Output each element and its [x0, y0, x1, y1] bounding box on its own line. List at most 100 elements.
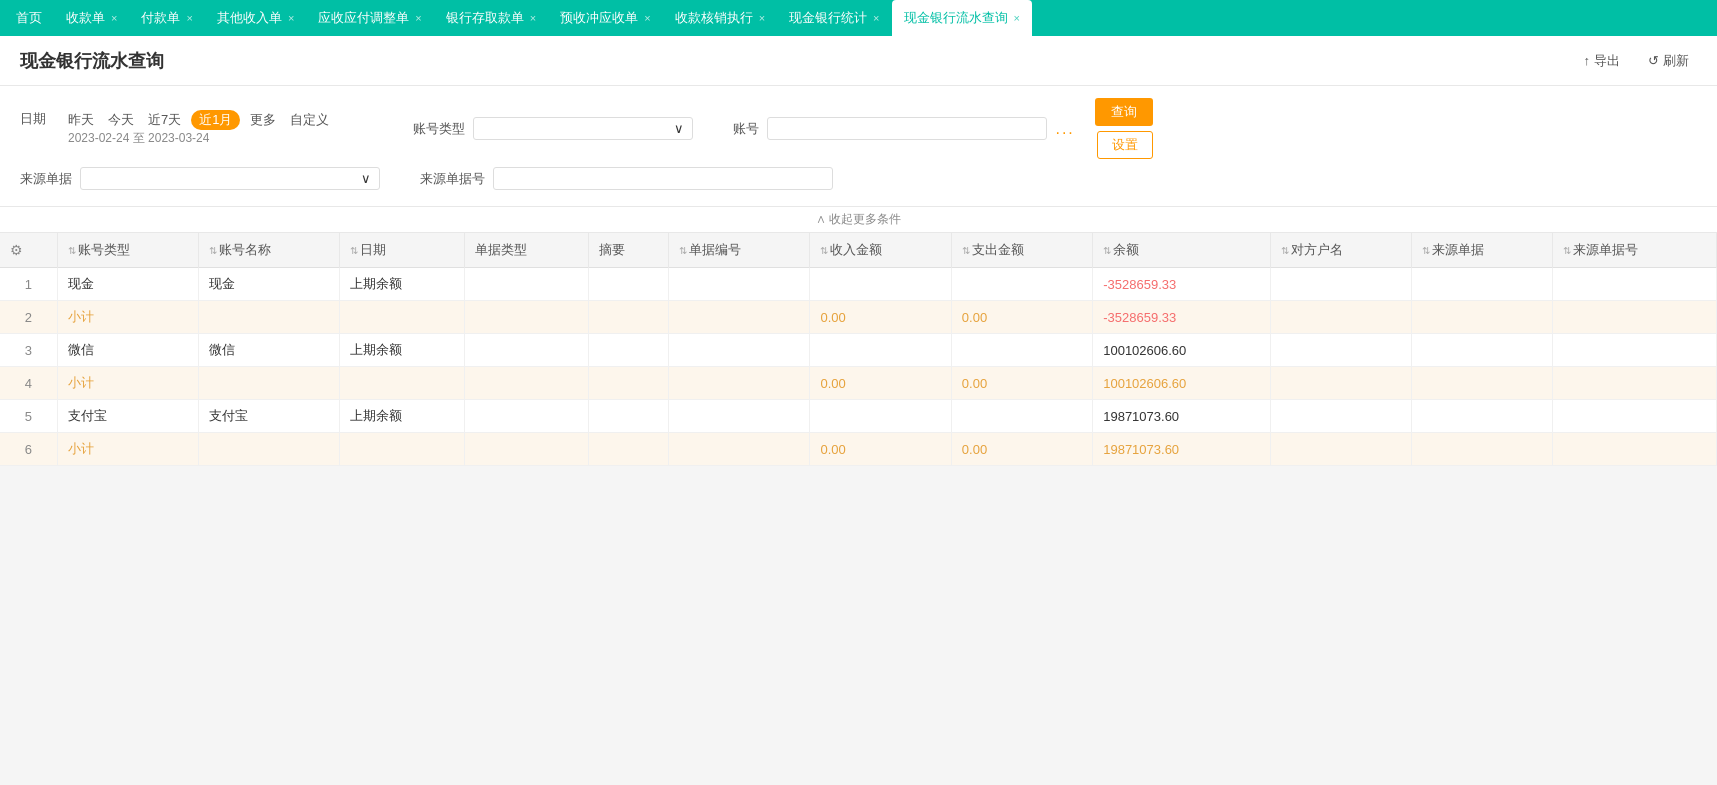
cell-summary	[589, 334, 669, 367]
nav-collection-exec[interactable]: 收款核销执行 ×	[663, 0, 777, 36]
col-counterparty[interactable]: ⇅对方户名	[1270, 233, 1411, 268]
col-income[interactable]: ⇅收入金额	[810, 233, 951, 268]
cell-expense: 0.00	[951, 367, 1092, 400]
nav-cash-bank-stats[interactable]: 现金银行统计 ×	[777, 0, 891, 36]
cell-counterparty	[1270, 400, 1411, 433]
cell-counterparty	[1270, 301, 1411, 334]
col-summary[interactable]: 摘要	[589, 233, 669, 268]
row-num: 6	[0, 433, 57, 466]
query-button[interactable]: 查询	[1095, 98, 1153, 126]
cell-income: 0.00	[810, 301, 951, 334]
close-icon[interactable]: ×	[530, 12, 536, 24]
source-doc-label: 来源单据	[20, 170, 72, 188]
close-icon[interactable]: ×	[415, 12, 421, 24]
close-icon[interactable]: ×	[288, 12, 294, 24]
cell-income: 0.00	[810, 367, 951, 400]
cell-doc-no	[669, 433, 810, 466]
date-options: 昨天 今天 近7天 近1月 更多 自定义	[64, 110, 333, 130]
row-num: 1	[0, 268, 57, 301]
cell-expense: 0.00	[951, 433, 1092, 466]
nav-other-income[interactable]: 其他收入单 ×	[205, 0, 306, 36]
nav-shoukuan[interactable]: 收款单 ×	[54, 0, 129, 36]
close-icon[interactable]: ×	[873, 12, 879, 24]
collapse-bar[interactable]: ∧ 收起更多条件	[0, 207, 1717, 233]
cell-source-doc	[1411, 433, 1552, 466]
source-doc-select[interactable]: ∨	[80, 167, 380, 190]
filter-row-date: 日期 昨天 今天 近7天 近1月 更多 自定义 2023-02-24 至 202…	[20, 98, 1697, 159]
col-doc-type[interactable]: 单据类型	[464, 233, 588, 268]
chevron-down-icon: ∨	[361, 171, 371, 186]
cell-income	[810, 334, 951, 367]
settings-button[interactable]: 设置	[1097, 131, 1153, 159]
close-icon[interactable]: ×	[1014, 12, 1020, 24]
cell-date: 上期余额	[340, 268, 464, 301]
cell-income	[810, 268, 951, 301]
col-account-name[interactable]: ⇅账号名称	[198, 233, 339, 268]
nav-fukuan[interactable]: 付款单 ×	[129, 0, 204, 36]
account-input[interactable]	[767, 117, 1047, 140]
nav-prepaid[interactable]: 预收冲应收单 ×	[548, 0, 662, 36]
col-source-doc[interactable]: ⇅来源单据	[1411, 233, 1552, 268]
date-opt-7days[interactable]: 近7天	[144, 110, 185, 130]
cell-doc-no	[669, 334, 810, 367]
col-expense[interactable]: ⇅支出金额	[951, 233, 1092, 268]
nav-adjustment[interactable]: 应收应付调整单 ×	[306, 0, 433, 36]
date-opt-more[interactable]: 更多	[246, 110, 280, 130]
header-actions: ↑ 导出 ↺ 刷新	[1576, 48, 1698, 74]
source-doc-no-label: 来源单据号	[420, 170, 485, 188]
account-type-select[interactable]: ∨	[473, 117, 693, 140]
nav-home[interactable]: 首页	[4, 0, 54, 36]
data-table: ⚙ ⇅账号类型 ⇅账号名称 ⇅日期 单据类型 摘要 ⇅单据编号 ⇅收入金额 ⇅支…	[0, 233, 1717, 466]
table-body: 1 现金 现金 上期余额 -3528659.33 2 小计 0.00 0.00 …	[0, 268, 1717, 466]
cell-doc-type	[464, 433, 588, 466]
cell-source-doc-no	[1553, 433, 1717, 466]
cell-balance: -3528659.33	[1093, 301, 1270, 334]
refresh-button[interactable]: ↺ 刷新	[1640, 48, 1697, 74]
gear-icon: ⚙	[10, 242, 23, 258]
cell-expense: 0.00	[951, 301, 1092, 334]
cell-source-doc-no	[1553, 400, 1717, 433]
cell-doc-no	[669, 268, 810, 301]
table-wrapper: ⚙ ⇅账号类型 ⇅账号名称 ⇅日期 单据类型 摘要 ⇅单据编号 ⇅收入金额 ⇅支…	[0, 233, 1717, 466]
account-dots-btn[interactable]: ...	[1055, 120, 1074, 138]
date-opt-1month[interactable]: 近1月	[191, 110, 240, 130]
close-icon[interactable]: ×	[111, 12, 117, 24]
cell-balance: 100102606.60	[1093, 334, 1270, 367]
close-icon[interactable]: ×	[644, 12, 650, 24]
refresh-icon: ↺	[1648, 53, 1659, 68]
cell-date: 上期余额	[340, 400, 464, 433]
cell-date: 上期余额	[340, 334, 464, 367]
table-row: 3 微信 微信 上期余额 100102606.60	[0, 334, 1717, 367]
filter-row-source: 来源单据 ∨ 来源单据号	[20, 167, 1697, 190]
col-gear[interactable]: ⚙	[0, 233, 57, 268]
cell-source-doc	[1411, 367, 1552, 400]
cell-source-doc-no	[1553, 367, 1717, 400]
cell-source-doc-no	[1553, 301, 1717, 334]
cell-account-type: 现金	[57, 268, 198, 301]
date-opt-yesterday[interactable]: 昨天	[64, 110, 98, 130]
date-opt-today[interactable]: 今天	[104, 110, 138, 130]
source-doc-no-input[interactable]	[493, 167, 833, 190]
cell-counterparty	[1270, 268, 1411, 301]
col-account-type[interactable]: ⇅账号类型	[57, 233, 198, 268]
close-icon[interactable]: ×	[186, 12, 192, 24]
col-balance[interactable]: ⇅余额	[1093, 233, 1270, 268]
col-source-doc-no[interactable]: ⇅来源单据号	[1553, 233, 1717, 268]
cell-account-name	[198, 301, 339, 334]
col-doc-no[interactable]: ⇅单据编号	[669, 233, 810, 268]
row-num: 4	[0, 367, 57, 400]
cell-account-type: 小计	[57, 367, 198, 400]
col-date[interactable]: ⇅日期	[340, 233, 464, 268]
nav-cash-bank-flow[interactable]: 现金银行流水查询 ×	[892, 0, 1032, 36]
table-row: 5 支付宝 支付宝 上期余额 19871073.60	[0, 400, 1717, 433]
cell-balance: 19871073.60	[1093, 433, 1270, 466]
row-num: 2	[0, 301, 57, 334]
table-row: 4 小计 0.00 0.00 100102606.60	[0, 367, 1717, 400]
date-label: 日期	[20, 110, 56, 128]
date-range-display: 2023-02-24 至 2023-03-24	[68, 130, 333, 147]
close-icon[interactable]: ×	[759, 12, 765, 24]
export-button[interactable]: ↑ 导出	[1576, 48, 1629, 74]
date-opt-custom[interactable]: 自定义	[286, 110, 333, 130]
nav-bank-deposit[interactable]: 银行存取款单 ×	[434, 0, 548, 36]
cell-balance: -3528659.33	[1093, 268, 1270, 301]
